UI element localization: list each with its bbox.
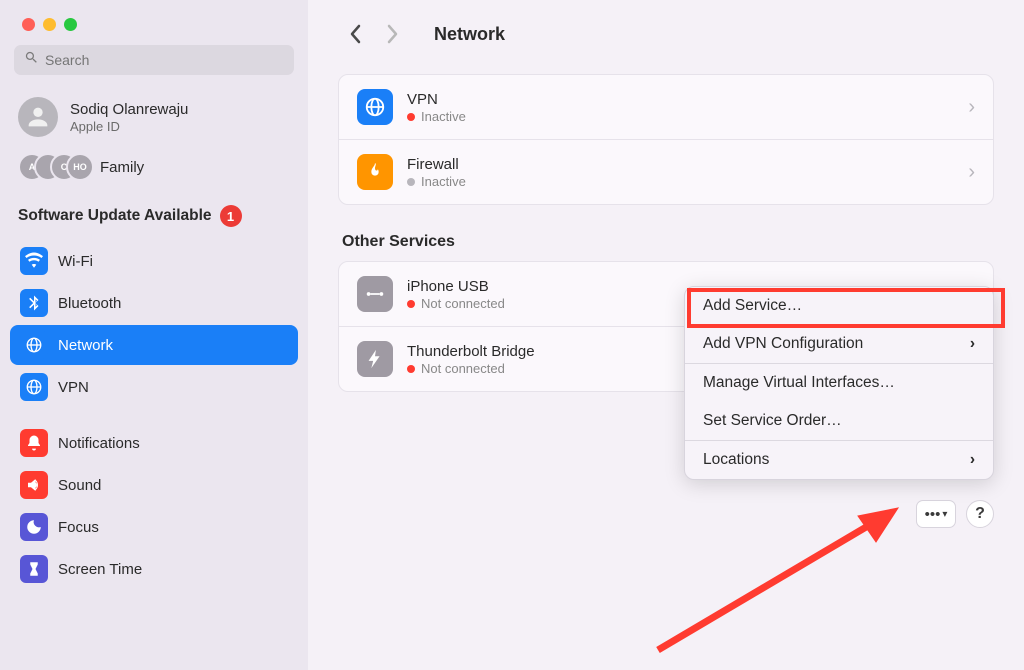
family-row[interactable]: ACHO Family: [0, 147, 308, 195]
search-icon: [24, 50, 45, 70]
sidebar-item-label: Notifications: [58, 435, 140, 452]
back-button[interactable]: [342, 20, 370, 48]
search-input[interactable]: [45, 52, 284, 68]
main-content: Network VPN Inactive › Firewall Inactive…: [308, 0, 1024, 670]
service-title: Firewall: [407, 155, 968, 175]
annotation-arrow: [638, 490, 918, 660]
focus-icon: [20, 513, 48, 541]
header: Network: [308, 0, 1024, 68]
status-dot-not-connected: [407, 365, 415, 373]
zoom-window-button[interactable]: [64, 18, 77, 31]
sidebar-item-vpn[interactable]: VPN: [10, 367, 298, 407]
menu-item-add-vpn-configuration[interactable]: Add VPN Configuration›: [685, 325, 993, 363]
sidebar-item-label: Focus: [58, 519, 99, 536]
menu-item-set-service-order[interactable]: Set Service Order…: [685, 402, 993, 440]
sidebar-item-label: Sound: [58, 477, 101, 494]
other-services-heading: Other Services: [342, 233, 990, 251]
page-title: Network: [434, 24, 505, 45]
status-dot-inactive: [407, 178, 415, 186]
service-status: Not connected: [421, 361, 505, 376]
status-dot-not-connected: [407, 300, 415, 308]
firewall-icon: [357, 154, 393, 190]
service-title: VPN: [407, 90, 968, 110]
more-options-button[interactable]: •••▾: [916, 500, 956, 528]
sidebar-item-wifi[interactable]: Wi-Fi: [10, 241, 298, 281]
menu-item-add-service[interactable]: Add Service…: [685, 287, 993, 325]
sidebar-item-label: Bluetooth: [58, 295, 121, 312]
wifi-icon: [20, 247, 48, 275]
sound-icon: [20, 471, 48, 499]
status-dot-inactive: [407, 113, 415, 121]
forward-button[interactable]: [378, 20, 406, 48]
software-update-label: Software Update Available: [18, 207, 212, 225]
menu-item-manage-virtual-interfaces[interactable]: Manage Virtual Interfaces…: [685, 364, 993, 402]
update-badge: 1: [220, 205, 242, 227]
chevron-right-icon: ›: [970, 451, 975, 469]
software-update-row[interactable]: Software Update Available 1: [0, 195, 308, 241]
sidebar-item-sound[interactable]: Sound: [10, 465, 298, 505]
menu-item-locations[interactable]: Locations›: [685, 441, 993, 479]
sidebar: Sodiq Olanrewaju Apple ID ACHO Family So…: [0, 0, 308, 670]
chevron-down-icon: ▾: [942, 509, 947, 520]
user-subtitle: Apple ID: [70, 119, 188, 134]
apple-id-row[interactable]: Sodiq Olanrewaju Apple ID: [0, 93, 308, 147]
sidebar-item-label: VPN: [58, 379, 89, 396]
service-status: Inactive: [421, 174, 466, 189]
service-row-firewall[interactable]: Firewall Inactive ›: [339, 139, 993, 204]
search-field[interactable]: [14, 45, 294, 75]
sidebar-item-screen-time[interactable]: Screen Time: [10, 549, 298, 589]
iphone-usb-icon: [357, 276, 393, 312]
more-options-menu: Add Service… Add VPN Configuration› Mana…: [684, 286, 994, 480]
network-icon: [20, 331, 48, 359]
chevron-right-icon: ›: [970, 335, 975, 353]
service-row-vpn[interactable]: VPN Inactive ›: [339, 75, 993, 139]
service-status: Not connected: [421, 296, 505, 311]
bluetooth-icon: [20, 289, 48, 317]
family-avatars: ACHO: [18, 153, 90, 181]
service-status: Inactive: [421, 109, 466, 124]
sidebar-item-label: Wi-Fi: [58, 253, 93, 270]
window-traffic-lights: [0, 0, 308, 45]
vpn-icon: [20, 373, 48, 401]
screen-time-icon: [20, 555, 48, 583]
sidebar-item-label: Network: [58, 337, 113, 354]
sidebar-item-notifications[interactable]: Notifications: [10, 423, 298, 463]
avatar: [18, 97, 58, 137]
chevron-right-icon: ›: [968, 96, 975, 119]
close-window-button[interactable]: [22, 18, 35, 31]
thunderbolt-icon: [357, 341, 393, 377]
family-label: Family: [100, 159, 144, 176]
sidebar-item-label: Screen Time: [58, 561, 142, 578]
sidebar-nav: Wi-Fi Bluetooth Network VPN Notification…: [0, 241, 308, 601]
sidebar-item-focus[interactable]: Focus: [10, 507, 298, 547]
user-name: Sodiq Olanrewaju: [70, 101, 188, 119]
minimize-window-button[interactable]: [43, 18, 56, 31]
notifications-icon: [20, 429, 48, 457]
ellipsis-icon: •••: [925, 506, 941, 523]
sidebar-item-bluetooth[interactable]: Bluetooth: [10, 283, 298, 323]
vpn-icon: [357, 89, 393, 125]
services-card: VPN Inactive › Firewall Inactive ›: [338, 74, 994, 205]
sidebar-item-network[interactable]: Network: [10, 325, 298, 365]
help-button[interactable]: ?: [966, 500, 994, 528]
chevron-right-icon: ›: [968, 161, 975, 184]
